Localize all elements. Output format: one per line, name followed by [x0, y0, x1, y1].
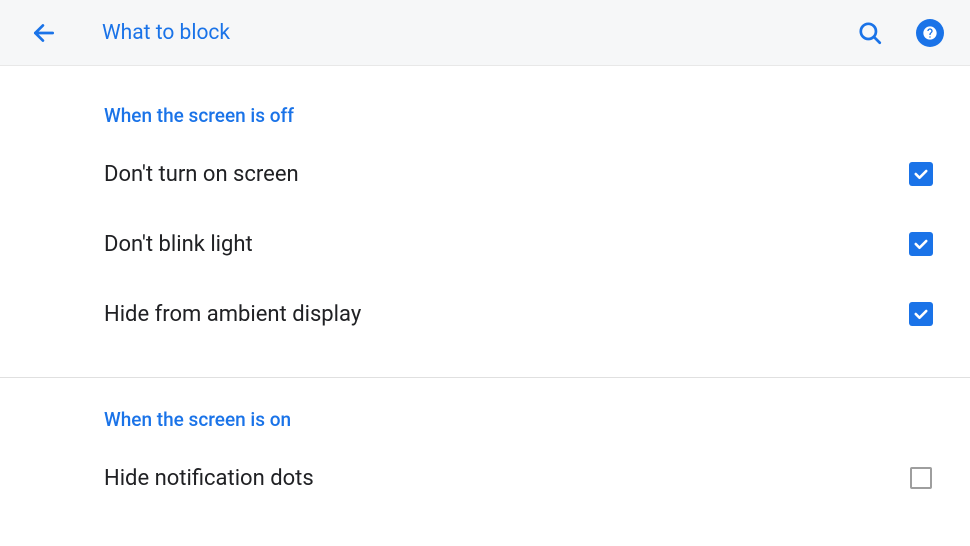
setting-label: Don't turn on screen [104, 162, 908, 187]
back-button[interactable] [26, 15, 62, 51]
section-header-screen-off: When the screen is off [0, 66, 970, 139]
checkbox[interactable] [908, 465, 934, 491]
setting-hide-ambient-display[interactable]: Hide from ambient display [0, 279, 970, 349]
checkbox-checked-icon [909, 232, 933, 256]
checkbox-unchecked-icon [910, 467, 932, 489]
search-icon [857, 20, 883, 46]
search-button[interactable] [850, 13, 890, 53]
section-header-screen-on: When the screen is on [0, 378, 970, 443]
checkbox[interactable] [908, 161, 934, 187]
setting-dont-turn-on-screen[interactable]: Don't turn on screen [0, 139, 970, 209]
help-button[interactable] [910, 13, 950, 53]
checkbox[interactable] [908, 301, 934, 327]
setting-label: Don't blink light [104, 232, 908, 257]
arrow-back-icon [31, 20, 57, 46]
setting-dont-blink-light[interactable]: Don't blink light [0, 209, 970, 279]
checkbox-checked-icon [909, 162, 933, 186]
page-title: What to block [102, 21, 830, 45]
setting-label: Hide notification dots [104, 466, 908, 491]
help-icon [916, 19, 944, 47]
setting-label: Hide from ambient display [104, 302, 908, 327]
setting-hide-notification-dots[interactable]: Hide notification dots [0, 443, 970, 513]
app-header: What to block [0, 0, 970, 66]
settings-content: When the screen is off Don't turn on scr… [0, 66, 970, 513]
checkbox-checked-icon [909, 302, 933, 326]
checkbox[interactable] [908, 231, 934, 257]
